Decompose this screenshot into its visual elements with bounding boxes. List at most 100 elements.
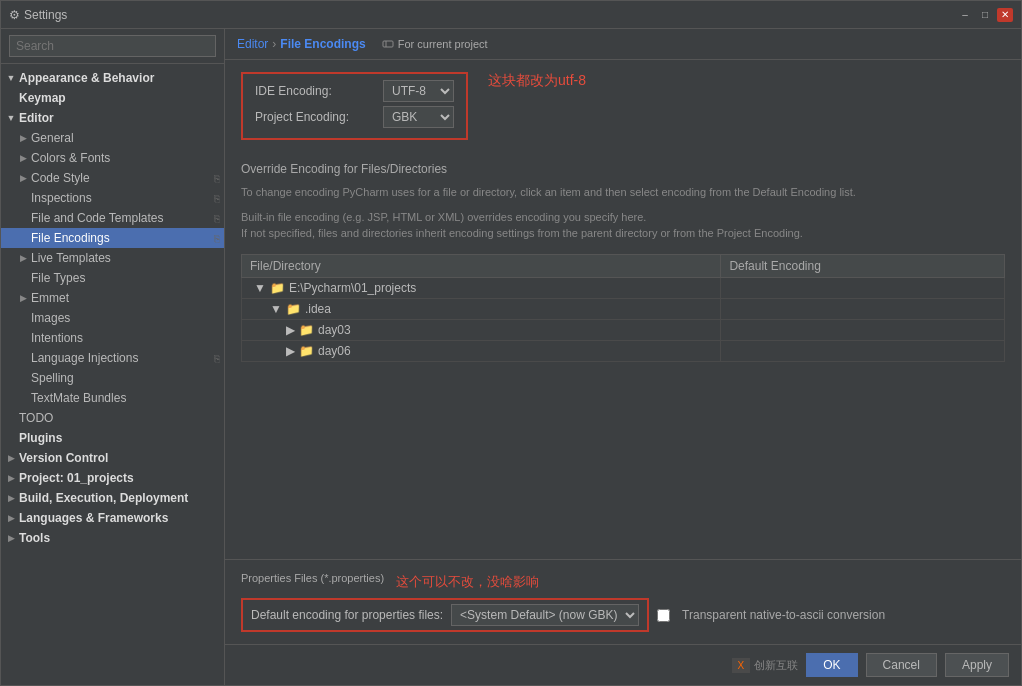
sidebar-item-label: Project: 01_projects <box>17 470 136 486</box>
expand-arrow-icon <box>17 392 29 404</box>
encoding-annotation: 这块都改为utf-8 <box>488 72 586 90</box>
sidebar-item-label: TextMate Bundles <box>29 390 128 406</box>
settings-window: ⚙ Settings – □ ✕ ▼ Appearance & Behavior <box>0 0 1022 686</box>
sidebar: ▼ Appearance & Behavior Keymap ▼ Editor <box>1 29 225 685</box>
override-desc2: Built-in file encoding (e.g. JSP, HTML o… <box>241 209 1005 242</box>
sidebar-item-live-templates[interactable]: ▶ Live Templates <box>1 248 224 268</box>
expand-arrow-icon: ▶ <box>17 292 29 304</box>
encoding-cell <box>721 340 1005 361</box>
sidebar-item-language-injections[interactable]: Language Injections ⎘ <box>1 348 224 368</box>
copy-icon: ⎘ <box>214 233 224 244</box>
expand-arrow-icon <box>5 92 17 104</box>
expand-arrow-icon <box>5 412 17 424</box>
table-row[interactable]: ▼ 📁 .idea <box>242 298 1005 319</box>
copy-icon: ⎘ <box>214 193 224 204</box>
expand-arrow-icon: ▶ <box>17 172 29 184</box>
table-row[interactable]: ▶ 📁 day06 <box>242 340 1005 361</box>
apply-button[interactable]: Apply <box>945 653 1009 677</box>
sidebar-item-intentions[interactable]: Intentions <box>1 328 224 348</box>
transparent-conversion-label: Transparent native-to-ascii conversion <box>682 608 885 622</box>
sidebar-item-version-control[interactable]: ▶ Version Control <box>1 448 224 468</box>
breadcrumb: Editor › File Encodings For current proj… <box>225 29 1021 60</box>
project-encoding-label: Project Encoding: <box>255 110 375 124</box>
override-desc2-line1: Built-in file encoding (e.g. JSP, HTML o… <box>241 211 646 223</box>
file-path: day03 <box>318 323 351 337</box>
project-encoding-row: Project Encoding: GBK UTF-8 UTF-16 <box>255 106 454 128</box>
encoding-cell <box>721 319 1005 340</box>
expand-arrow-icon <box>17 372 29 384</box>
titlebar: ⚙ Settings – □ ✕ <box>1 1 1021 29</box>
sidebar-item-tools[interactable]: ▶ Tools <box>1 528 224 548</box>
ide-encoding-row: IDE Encoding: UTF-8 GBK UTF-16 <box>255 80 454 102</box>
table-row[interactable]: ▼ 📁 E:\Pycharm\01_projects <box>242 277 1005 298</box>
sidebar-item-languages[interactable]: ▶ Languages & Frameworks <box>1 508 224 528</box>
sidebar-item-label: Live Templates <box>29 250 113 266</box>
transparent-conversion-checkbox[interactable] <box>657 609 670 622</box>
properties-encoding-box: Default encoding for properties files: <… <box>241 598 649 632</box>
file-table-body: ▼ 📁 E:\Pycharm\01_projects <box>242 277 1005 361</box>
minimize-button[interactable]: – <box>957 8 973 22</box>
expand-arrow-icon <box>17 272 29 284</box>
maximize-button[interactable]: □ <box>977 8 993 22</box>
folder-icon: 📁 <box>299 344 314 358</box>
sidebar-item-general[interactable]: ▶ General <box>1 128 224 148</box>
expand-arrow-icon: ▶ <box>17 152 29 164</box>
sidebar-item-label: Appearance & Behavior <box>17 70 156 86</box>
search-input[interactable] <box>9 35 216 57</box>
encoding-cell <box>721 298 1005 319</box>
file-path: .idea <box>305 302 331 316</box>
sidebar-item-editor[interactable]: ▼ Editor <box>1 108 224 128</box>
breadcrumb-current: File Encodings <box>280 37 365 51</box>
main-content: ▼ Appearance & Behavior Keymap ▼ Editor <box>1 29 1021 685</box>
sidebar-item-images[interactable]: Images <box>1 308 224 328</box>
sidebar-item-code-style[interactable]: ▶ Code Style ⎘ <box>1 168 224 188</box>
cancel-button[interactable]: Cancel <box>866 653 937 677</box>
properties-encoding-select[interactable]: <System Default> (now GBK) UTF-8 GBK <box>451 604 639 626</box>
sidebar-item-file-types[interactable]: File Types <box>1 268 224 288</box>
sidebar-item-label: Code Style <box>29 170 92 186</box>
ide-encoding-select[interactable]: UTF-8 GBK UTF-16 <box>383 80 454 102</box>
expand-icon: ▶ <box>286 344 295 358</box>
sidebar-item-build[interactable]: ▶ Build, Execution, Deployment <box>1 488 224 508</box>
sidebar-item-file-encodings[interactable]: File Encodings ⎘ <box>1 228 224 248</box>
titlebar-controls: – □ ✕ <box>957 8 1013 22</box>
file-path: day06 <box>318 344 351 358</box>
expand-arrow-icon: ▶ <box>5 512 17 524</box>
copy-icon: ⎘ <box>214 353 224 364</box>
sidebar-item-textmate[interactable]: TextMate Bundles <box>1 388 224 408</box>
properties-annotation: 这个可以不改，没啥影响 <box>396 573 539 591</box>
expand-arrow-icon <box>17 232 29 244</box>
expand-arrow-icon <box>17 332 29 344</box>
sidebar-item-appearance[interactable]: ▼ Appearance & Behavior <box>1 68 224 88</box>
window-title: Settings <box>24 8 67 22</box>
sidebar-item-keymap[interactable]: Keymap <box>1 88 224 108</box>
file-path: E:\Pycharm\01_projects <box>289 281 416 295</box>
override-title: Override Encoding for Files/Directories <box>241 162 1005 176</box>
sidebar-item-todo[interactable]: TODO <box>1 408 224 428</box>
sidebar-item-emmet[interactable]: ▶ Emmet <box>1 288 224 308</box>
svg-rect-0 <box>383 41 393 47</box>
sidebar-item-label: Inspections <box>29 190 94 206</box>
close-button[interactable]: ✕ <box>997 8 1013 22</box>
copy-icon: ⎘ <box>214 173 224 184</box>
table-row[interactable]: ▶ 📁 day03 <box>242 319 1005 340</box>
sidebar-item-plugins[interactable]: Plugins <box>1 428 224 448</box>
sidebar-item-spelling[interactable]: Spelling <box>1 368 224 388</box>
expand-arrow-icon <box>17 352 29 364</box>
right-panel: Editor › File Encodings For current proj… <box>225 29 1021 685</box>
col-file: File/Directory <box>242 254 721 277</box>
properties-title: Properties Files (*.properties) <box>241 572 384 584</box>
copy-icon: ⎘ <box>214 213 224 224</box>
sidebar-item-label: Colors & Fonts <box>29 150 112 166</box>
expand-arrow-icon <box>17 312 29 324</box>
sidebar-item-file-code-templates[interactable]: File and Code Templates ⎘ <box>1 208 224 228</box>
breadcrumb-editor-link[interactable]: Editor <box>237 37 268 51</box>
watermark-logo: X <box>732 658 751 673</box>
project-encoding-select[interactable]: GBK UTF-8 UTF-16 <box>383 106 454 128</box>
sidebar-item-project[interactable]: ▶ Project: 01_projects <box>1 468 224 488</box>
sidebar-item-colors-fonts[interactable]: ▶ Colors & Fonts <box>1 148 224 168</box>
ok-button[interactable]: OK <box>806 653 857 677</box>
sidebar-item-inspections[interactable]: Inspections ⎘ <box>1 188 224 208</box>
file-encodings-table: File/Directory Default Encoding ▼ <box>241 254 1005 362</box>
file-path-cell: ▼ 📁 E:\Pycharm\01_projects <box>242 277 721 298</box>
